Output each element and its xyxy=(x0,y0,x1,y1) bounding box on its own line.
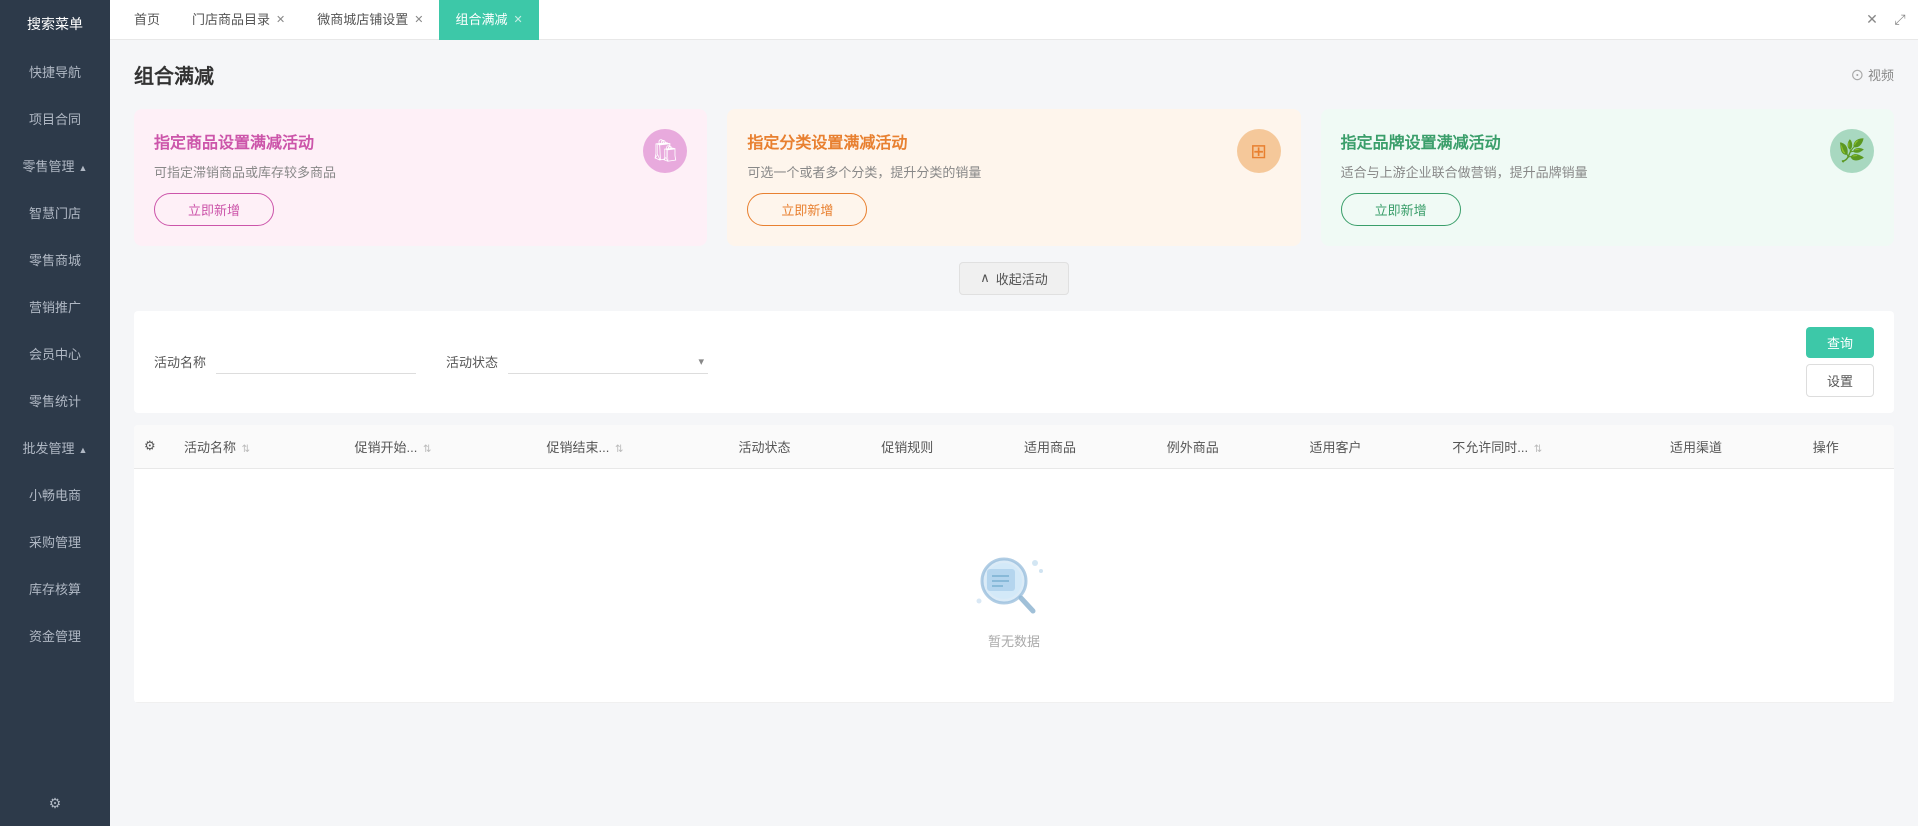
close-store-catalog-icon[interactable]: ✕ xyxy=(276,0,285,40)
promo-card-brand: 🌿 指定品牌设置满减活动 适合与上游企业联合做营销，提升品牌销量 立即新增 xyxy=(1321,109,1894,246)
search-bar: 活动名称 活动状态 进行中 未开始 已结束 ▾ 查询 设置 xyxy=(134,311,1894,413)
table-settings-icon[interactable]: ⚙ xyxy=(144,438,156,453)
close-ministore-settings-icon[interactable]: ✕ xyxy=(414,0,423,40)
sidebar-item-retail-stats[interactable]: 零售统计 xyxy=(0,377,110,424)
promo-card-category: ⊞ 指定分类设置满减活动 可选一个或者多个分类，提升分类的销量 立即新增 xyxy=(727,109,1300,246)
video-link[interactable]: ⊙ 视频 xyxy=(1851,65,1894,85)
table-body: 暂无数据 xyxy=(134,468,1894,702)
close-window-button[interactable]: ✕ xyxy=(1862,10,1882,30)
brand-card-desc: 适合与上游企业联合做营销，提升品牌销量 xyxy=(1341,163,1874,183)
sidebar-item-quick-nav[interactable]: 快捷导航 xyxy=(0,48,110,95)
activity-status-select[interactable]: 进行中 未开始 已结束 xyxy=(508,350,708,373)
main-area: 首页 门店商品目录 ✕ 微商城店铺设置 ✕ 组合满减 ✕ ✕ ⤢ 组合满减 ⊙ … xyxy=(110,0,1918,826)
search-actions: 查询 设置 xyxy=(1806,327,1874,397)
product-card-add-btn[interactable]: 立即新增 xyxy=(154,193,274,226)
table-col-exception-goods: 例外商品 xyxy=(1157,425,1300,469)
tab-store-catalog[interactable]: 门店商品目录 ✕ xyxy=(176,0,301,40)
table-col-activity-name: 活动名称 ⇅ xyxy=(174,425,345,469)
empty-state-cell: 暂无数据 xyxy=(134,468,1894,702)
table-col-not-allow-concurrent: 不允许同时... ⇅ xyxy=(1442,425,1660,469)
window-controls: ✕ ⤢ xyxy=(1862,10,1910,30)
table-container: ⚙ 活动名称 ⇅ 促销开始... ⇅ 促销结束... ⇅ xyxy=(134,425,1894,703)
activity-name-input[interactable] xyxy=(216,350,416,374)
brand-card-icon: 🌿 xyxy=(1830,129,1874,173)
sort-concurrent-icon[interactable]: ⇅ xyxy=(1534,444,1542,455)
sidebar-item-smart-store[interactable]: 智慧门店 xyxy=(0,189,110,236)
table-col-applicable-channel: 适用渠道 xyxy=(1660,425,1803,469)
page-title: 组合满减 xyxy=(134,60,214,89)
product-card-title: 指定商品设置满减活动 xyxy=(154,129,687,153)
play-circle-icon: ⊙ xyxy=(1851,65,1864,85)
maximize-window-button[interactable]: ⤢ xyxy=(1890,10,1910,30)
category-card-desc: 可选一个或者多个分类，提升分类的销量 xyxy=(747,163,1280,183)
empty-state-text: 暂无数据 xyxy=(144,631,1884,650)
table-col-applicable-goods: 适用商品 xyxy=(1014,425,1157,469)
table-col-promo-start: 促销开始... ⇅ xyxy=(345,425,537,469)
table-header-row: ⚙ 活动名称 ⇅ 促销开始... ⇅ 促销结束... ⇅ xyxy=(134,425,1894,469)
sort-activity-name-icon[interactable]: ⇅ xyxy=(242,444,250,455)
activity-table: ⚙ 活动名称 ⇅ 促销开始... ⇅ 促销结束... ⇅ xyxy=(134,425,1894,703)
sidebar-item-project-contract[interactable]: 项目合同 xyxy=(0,95,110,142)
collapse-icon: ∧ xyxy=(980,270,990,286)
sidebar-item-member-center[interactable]: 会员中心 xyxy=(0,330,110,377)
sort-promo-end-icon[interactable]: ⇅ xyxy=(615,444,623,455)
sidebar-search[interactable]: 搜索菜单 xyxy=(0,0,110,48)
activity-status-label: 活动状态 xyxy=(446,352,498,371)
promo-card-product: 🛍 指定商品设置满减活动 可指定滞销商品或库存较多商品 立即新增 xyxy=(134,109,707,246)
table-col-applicable-customer: 适用客户 xyxy=(1300,425,1443,469)
sidebar-item-xiaochang-ecom[interactable]: 小畅电商 xyxy=(0,471,110,518)
table-header: ⚙ 活动名称 ⇅ 促销开始... ⇅ 促销结束... ⇅ xyxy=(134,425,1894,469)
category-card-icon: ⊞ xyxy=(1237,129,1281,173)
activity-name-label: 活动名称 xyxy=(154,352,206,371)
table-col-promo-end: 促销结束... ⇅ xyxy=(537,425,729,469)
category-card-title: 指定分类设置满减活动 xyxy=(747,129,1280,153)
table-col-settings: ⚙ xyxy=(134,425,174,469)
table-col-activity-status: 活动状态 xyxy=(729,425,872,469)
sidebar: 搜索菜单 快捷导航 项目合同 零售管理 智慧门店 零售商城 营销推广 会员中心 … xyxy=(0,0,110,826)
product-card-desc: 可指定滞销商品或库存较多商品 xyxy=(154,163,687,183)
tab-home[interactable]: 首页 xyxy=(118,0,176,40)
tab-ministore-settings[interactable]: 微商城店铺设置 ✕ xyxy=(301,0,439,40)
sidebar-item-retail-mall[interactable]: 零售商城 xyxy=(0,236,110,283)
activity-name-field: 活动名称 xyxy=(154,350,416,374)
sidebar-item-inventory-calc[interactable]: 库存核算 xyxy=(0,565,110,612)
table-col-promo-rule: 促销规则 xyxy=(871,425,1014,469)
table-col-operation: 操作 xyxy=(1803,425,1894,469)
tab-combo-discount[interactable]: 组合满减 ✕ xyxy=(439,0,538,40)
sidebar-settings[interactable]: ⚙ xyxy=(0,781,110,826)
activity-status-field: 活动状态 进行中 未开始 已结束 ▾ xyxy=(446,350,708,374)
product-card-icon: 🛍 xyxy=(643,129,687,173)
sort-promo-start-icon[interactable]: ⇅ xyxy=(423,444,431,455)
tabs-bar: 首页 门店商品目录 ✕ 微商城店铺设置 ✕ 组合满减 ✕ ✕ ⤢ xyxy=(110,0,1918,40)
close-combo-discount-icon[interactable]: ✕ xyxy=(514,0,523,40)
sidebar-item-purchase-mgmt[interactable]: 采购管理 xyxy=(0,518,110,565)
collapse-bar: ∧ 收起活动 xyxy=(134,262,1894,295)
empty-state: 暂无数据 xyxy=(144,481,1884,690)
query-button[interactable]: 查询 xyxy=(1806,327,1874,358)
category-card-add-btn[interactable]: 立即新增 xyxy=(747,193,867,226)
brand-card-add-btn[interactable]: 立即新增 xyxy=(1341,193,1461,226)
sidebar-item-marketing[interactable]: 营销推广 xyxy=(0,283,110,330)
settings-button[interactable]: 设置 xyxy=(1806,364,1874,397)
sidebar-item-finance-mgmt[interactable]: 资金管理 xyxy=(0,612,110,659)
sidebar-item-retail-management[interactable]: 零售管理 xyxy=(0,142,110,189)
sidebar-item-wholesale-mgmt[interactable]: 批发管理 xyxy=(0,424,110,471)
activity-status-select-wrapper: 进行中 未开始 已结束 ▾ xyxy=(508,350,708,374)
empty-state-illustration xyxy=(959,541,1069,631)
collapse-activity-btn[interactable]: ∧ 收起活动 xyxy=(959,262,1069,295)
brand-card-title: 指定品牌设置满减活动 xyxy=(1341,129,1874,153)
empty-state-row: 暂无数据 xyxy=(134,468,1894,702)
content-area: 组合满减 ⊙ 视频 🛍 指定商品设置满减活动 可指定滞销商品或库存较多商品 立即… xyxy=(110,40,1918,826)
promo-card-row: 🛍 指定商品设置满减活动 可指定滞销商品或库存较多商品 立即新增 ⊞ 指定分类设… xyxy=(134,109,1894,246)
page-header: 组合满减 ⊙ 视频 xyxy=(134,60,1894,89)
